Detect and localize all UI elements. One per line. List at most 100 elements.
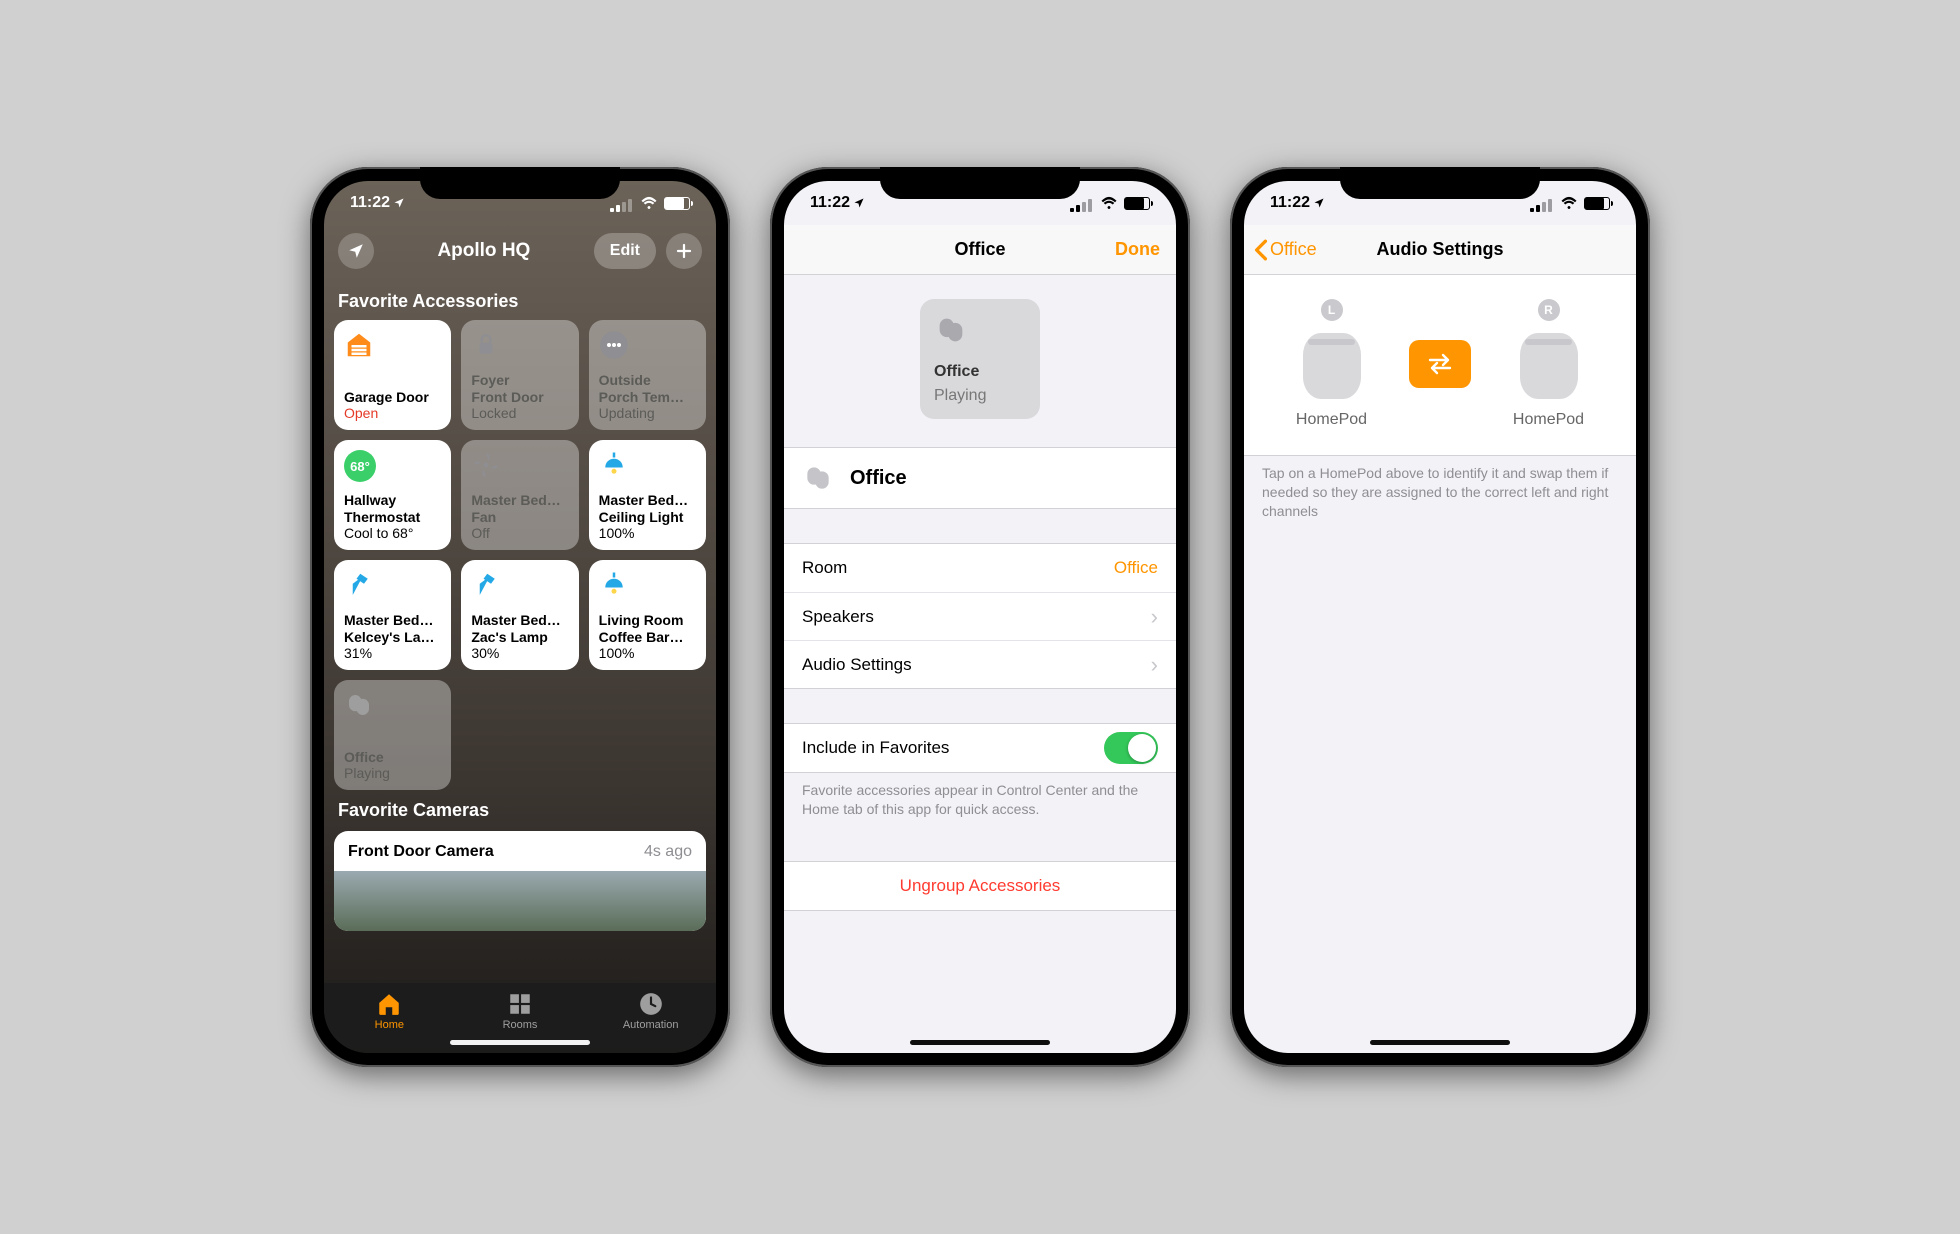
wifi-icon	[1560, 194, 1578, 212]
tile-name: Master Bed…	[471, 612, 568, 629]
left-channel-badge: L	[1321, 299, 1343, 321]
tile-status: 100%	[599, 645, 696, 662]
home-title: Apollo HQ	[437, 240, 530, 262]
battery-icon	[664, 197, 690, 210]
hero-name: Office	[934, 363, 1026, 381]
plus-icon	[675, 242, 693, 260]
accessory-tile[interactable]: Master Bed…Kelcey's La…31%	[334, 560, 451, 670]
tile-name-2: Coffee Bar…	[599, 629, 696, 646]
tile-status: Open	[344, 405, 441, 422]
homepod-left[interactable]: L HomePod	[1296, 299, 1367, 429]
audio-settings-body: L HomePod R HomePod Tap on a HomePod abo…	[1244, 275, 1636, 1053]
accessory-tile[interactable]: OutsidePorch Tem…Updating	[589, 320, 706, 430]
tab-home[interactable]: Home	[324, 991, 455, 1031]
location-icon	[393, 197, 405, 209]
signal-icon	[1530, 194, 1554, 212]
accessory-tile[interactable]: Master Bed…FanOff	[461, 440, 578, 550]
channel-note: Tap on a HomePod above to identify it an…	[1244, 456, 1636, 529]
edit-button[interactable]: Edit	[594, 233, 656, 269]
accessory-tile[interactable]: OfficePlaying	[334, 680, 451, 790]
lock-icon	[471, 330, 501, 360]
back-button[interactable]: Office	[1254, 239, 1317, 261]
tab-automation[interactable]: Automation	[585, 991, 716, 1031]
audio-settings-row[interactable]: Audio Settings ›	[784, 640, 1176, 688]
automation-icon	[638, 991, 664, 1017]
status-time: 11:22	[810, 194, 850, 212]
lamp-icon	[471, 570, 501, 600]
accessory-tile[interactable]: FoyerFront DoorLocked	[461, 320, 578, 430]
settings-rows: Room Office Speakers › Audio Settings ›	[784, 543, 1176, 689]
tile-name-2: Ceiling Light	[599, 509, 696, 526]
accessory-tile[interactable]: Living RoomCoffee Bar…100%	[589, 560, 706, 670]
swap-channels-button[interactable]	[1409, 340, 1471, 388]
favorites-row-group: Include in Favorites	[784, 723, 1176, 773]
accessory-tile[interactable]: 68°HallwayThermostatCool to 68°	[334, 440, 451, 550]
homepod-pair-icon	[802, 462, 834, 494]
tile-status: Playing	[344, 765, 441, 782]
accessory-tile[interactable]: Master Bed…Zac's Lamp30%	[461, 560, 578, 670]
group-name-row[interactable]: Office	[784, 448, 1176, 508]
tab-rooms-label: Rooms	[503, 1019, 538, 1031]
ungroup-button[interactable]: Ungroup Accessories	[784, 862, 1176, 910]
accessory-hero-tile[interactable]: Office Playing	[920, 299, 1040, 419]
tile-status: 31%	[344, 645, 441, 662]
homepod-icon	[344, 690, 374, 720]
tile-name: Master Bed…	[344, 612, 441, 629]
homepod-icon	[1520, 333, 1578, 399]
homepod-left-label: HomePod	[1296, 411, 1367, 429]
hero-status: Playing	[934, 387, 1026, 405]
tile-name-2: Porch Tem…	[599, 389, 696, 406]
wifi-icon	[640, 194, 658, 212]
accessory-tile[interactable]: Master Bed…Ceiling Light100%	[589, 440, 706, 550]
tab-home-label: Home	[375, 1019, 404, 1031]
status-time: 11:22	[1270, 194, 1310, 212]
home-icon	[376, 991, 402, 1017]
tile-name: Office	[344, 749, 441, 766]
settings-body[interactable]: Office Playing Office Room Office Speake…	[784, 275, 1176, 1053]
swap-arrows-icon	[1424, 352, 1456, 376]
camera-time: 4s ago	[644, 843, 692, 861]
location-button[interactable]	[338, 233, 374, 269]
ceiling-icon	[599, 450, 629, 480]
tab-rooms[interactable]: Rooms	[455, 991, 586, 1031]
homepod-right[interactable]: R HomePod	[1513, 299, 1584, 429]
wifi-icon	[1100, 194, 1118, 212]
tile-status: 100%	[599, 525, 696, 542]
accessory-tile[interactable]: Garage DoorOpen	[334, 320, 451, 430]
camera-card[interactable]: Front Door Camera 4s ago	[334, 831, 706, 931]
home-indicator[interactable]	[910, 1040, 1050, 1045]
chevron-right-icon: ›	[1151, 604, 1158, 630]
favorites-toggle[interactable]	[1104, 732, 1158, 764]
done-button[interactable]: Done	[1115, 239, 1160, 260]
status-time: 11:22	[350, 194, 390, 212]
right-channel-badge: R	[1538, 299, 1560, 321]
tile-name: Master Bed…	[599, 492, 696, 509]
tile-name-2: Thermostat	[344, 509, 441, 526]
room-value: Office	[1114, 558, 1158, 578]
speakers-row[interactable]: Speakers ›	[784, 592, 1176, 640]
rooms-icon	[507, 991, 533, 1017]
notch	[1340, 167, 1540, 199]
home-indicator[interactable]	[1370, 1040, 1510, 1045]
home-app-screen: 11:22 Apollo HQ Edit Favorite Acces	[324, 181, 716, 1053]
favorite-tiles-grid: Garage DoorOpenFoyerFront DoorLockedOuts…	[334, 320, 706, 790]
fan-icon	[471, 450, 501, 480]
tab-automation-label: Automation	[623, 1019, 679, 1031]
lamp-icon	[344, 570, 374, 600]
add-button[interactable]	[666, 233, 702, 269]
tile-status: Updating	[599, 405, 696, 422]
home-indicator[interactable]	[450, 1040, 590, 1045]
nav-bar: Office Done	[784, 225, 1176, 275]
notch	[880, 167, 1080, 199]
nav-title: Office	[954, 239, 1005, 260]
camera-name: Front Door Camera	[348, 843, 494, 861]
room-row[interactable]: Room Office	[784, 544, 1176, 592]
ungroup-label: Ungroup Accessories	[900, 876, 1061, 896]
back-label: Office	[1270, 239, 1317, 260]
tile-name: Outside	[599, 372, 696, 389]
camera-thumbnail	[334, 871, 706, 931]
phone-frame-1: 11:22 Apollo HQ Edit Favorite Acces	[310, 167, 730, 1067]
phone-frame-3: 11:22 Office Audio Settings L HomePod	[1230, 167, 1650, 1067]
signal-icon	[1070, 194, 1094, 212]
chevron-right-icon: ›	[1151, 652, 1158, 678]
